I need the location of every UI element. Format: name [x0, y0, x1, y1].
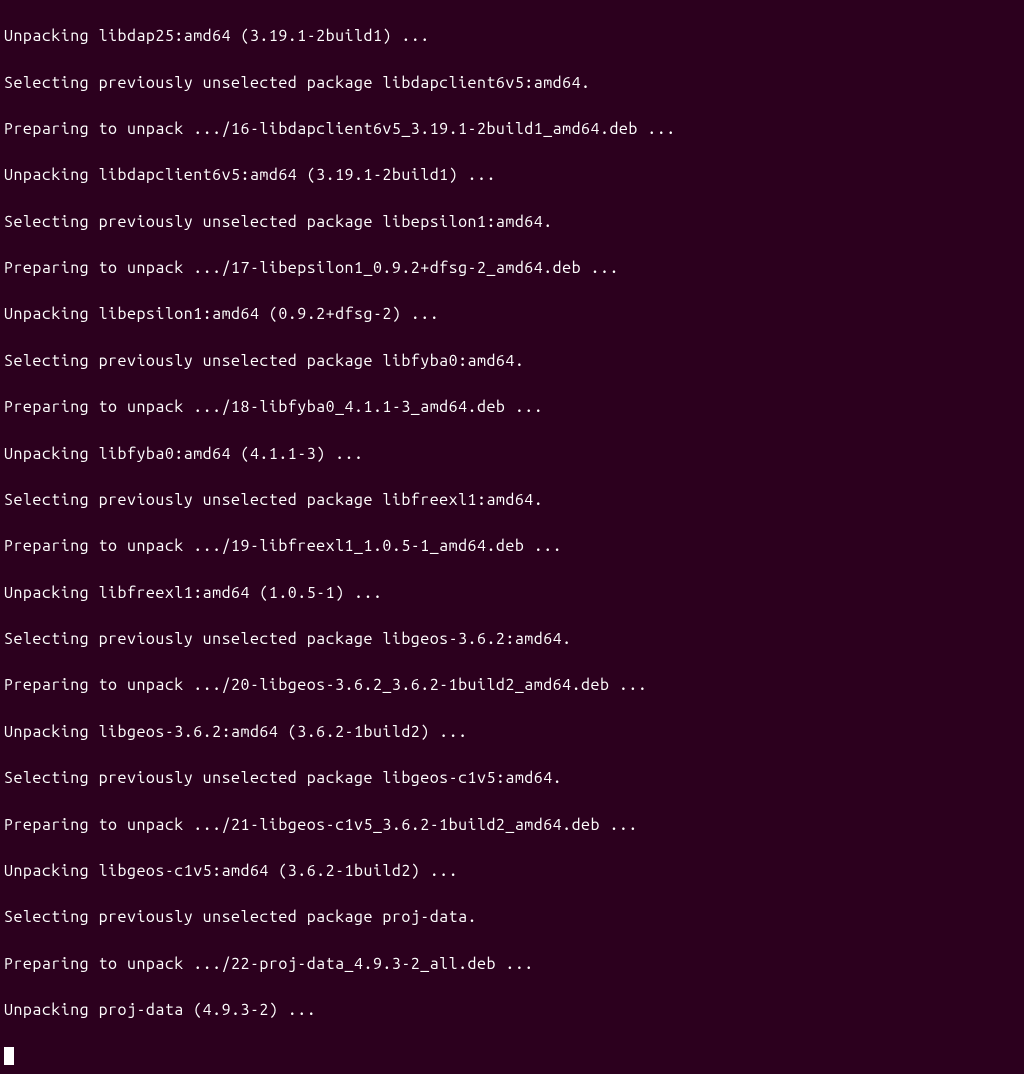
terminal-line: Preparing to unpack .../22-proj-data_4.9… — [4, 953, 1020, 976]
terminal-line: Unpacking libgeos-c1v5:amd64 (3.6.2-1bui… — [4, 860, 1020, 883]
terminal-line: Unpacking proj-data (4.9.3-2) ... — [4, 999, 1020, 1022]
terminal-line: Selecting previously unselected package … — [4, 906, 1020, 929]
terminal-line: Selecting previously unselected package … — [4, 350, 1020, 373]
terminal-line: Selecting previously unselected package … — [4, 767, 1020, 790]
terminal-line: Preparing to unpack .../16-libdapclient6… — [4, 118, 1020, 141]
terminal-line: Unpacking libfreexl1:amd64 (1.0.5-1) ... — [4, 582, 1020, 605]
terminal-line: Selecting previously unselected package … — [4, 489, 1020, 512]
terminal-line: Unpacking libdapclient6v5:amd64 (3.19.1-… — [4, 164, 1020, 187]
terminal-line: Preparing to unpack .../19-libfreexl1_1.… — [4, 535, 1020, 558]
terminal-line: Preparing to unpack .../20-libgeos-3.6.2… — [4, 674, 1020, 697]
terminal-line: Preparing to unpack .../17-libepsilon1_0… — [4, 257, 1020, 280]
terminal-cursor — [4, 1047, 14, 1065]
terminal-line: Preparing to unpack .../21-libgeos-c1v5_… — [4, 814, 1020, 837]
terminal-line: Unpacking libdap25:amd64 (3.19.1-2build1… — [4, 25, 1020, 48]
terminal-line: Selecting previously unselected package … — [4, 72, 1020, 95]
terminal-line: Preparing to unpack .../18-libfyba0_4.1.… — [4, 396, 1020, 419]
terminal-output: Unpacking libdap25:amd64 (3.19.1-2build1… — [0, 0, 1024, 1074]
cursor-line — [4, 1045, 1020, 1068]
terminal-line: Selecting previously unselected package … — [4, 628, 1020, 651]
terminal-line: Unpacking libgeos-3.6.2:amd64 (3.6.2-1bu… — [4, 721, 1020, 744]
terminal-line: Unpacking libfyba0:amd64 (4.1.1-3) ... — [4, 443, 1020, 466]
terminal-line: Selecting previously unselected package … — [4, 211, 1020, 234]
terminal-line: Unpacking libepsilon1:amd64 (0.9.2+dfsg-… — [4, 303, 1020, 326]
